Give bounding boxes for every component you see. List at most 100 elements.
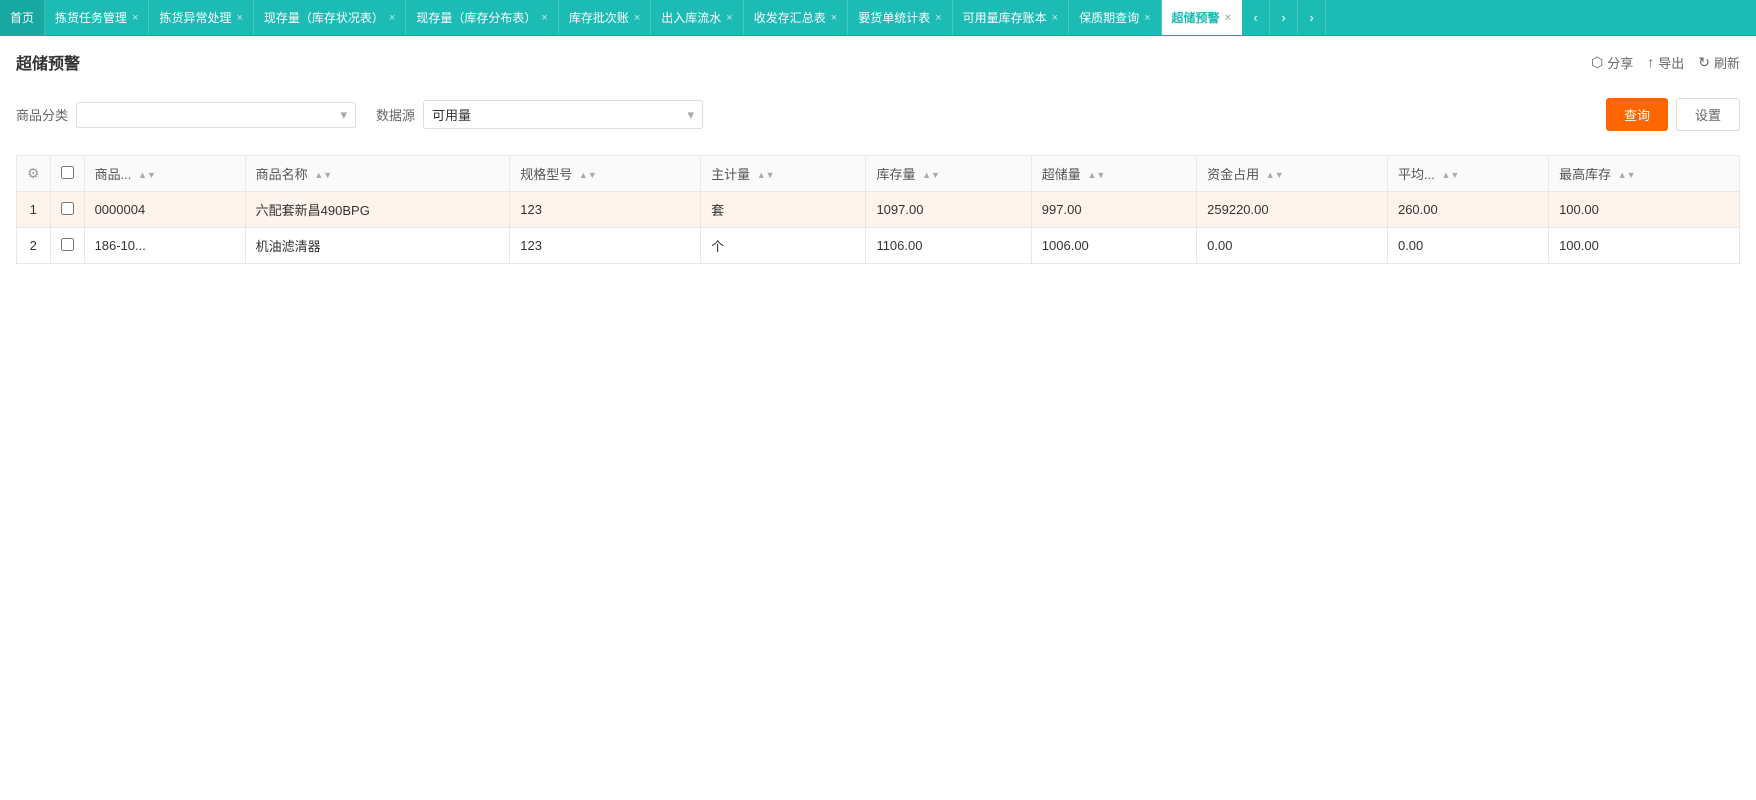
nav-close-3[interactable]: × (389, 12, 395, 24)
th-unit[interactable]: 主计量 ▲▼ (701, 156, 866, 192)
row-stock-1: 1106.00 (866, 228, 1031, 264)
row-overstock-0: 997.00 (1031, 192, 1196, 228)
filter-datasource-group: 数据源 可用量 ▾ (376, 100, 703, 129)
row-checkbox-0[interactable] (61, 202, 74, 215)
row-stock-0: 1097.00 (866, 192, 1031, 228)
row-checkbox-1[interactable] (61, 238, 74, 251)
sort-icon-max: ▲▼ (1618, 171, 1636, 180)
nav-item-10[interactable]: 保质期查询 × (1069, 0, 1161, 36)
sort-icon-spec: ▲▼ (579, 171, 597, 180)
th-product-name[interactable]: 商品名称 ▲▼ (245, 156, 510, 192)
sort-icon-stock: ▲▼ (922, 171, 940, 180)
category-select[interactable]: ▾ (76, 102, 356, 128)
nav-item-4[interactable]: 现存量（库存分布表） × (406, 0, 558, 36)
th-avg[interactable]: 平均... ▲▼ (1387, 156, 1548, 192)
th-unit-label: 主计量 (711, 167, 750, 182)
refresh-button[interactable]: ↻ 刷新 (1698, 53, 1740, 72)
nav-close-8[interactable]: × (935, 12, 941, 24)
table-row: 2 186-10... 机油滤清器 123 个 1106.00 1006.00 … (17, 228, 1740, 264)
nav-item-9[interactable]: 可用量库存账本 × (953, 0, 1069, 36)
nav-label-7: 收发存汇总表 (754, 9, 826, 26)
category-dropdown-icon: ▾ (340, 107, 347, 123)
data-table: ⚙ 商品... ▲▼ 商品名称 ▲▼ 规格型号 ▲▼ 主计 (16, 155, 1740, 264)
nav-item-5[interactable]: 库存批次账 × (559, 0, 651, 36)
nav-label-active: 超储预警 (1172, 9, 1220, 26)
row-max-stock-1: 100.00 (1549, 228, 1740, 264)
row-checkbox-cell-0[interactable] (50, 192, 84, 228)
settings-button[interactable]: 设置 (1676, 98, 1740, 131)
nav-item-2[interactable]: 拣货异常处理 × (149, 0, 253, 36)
th-stock-label: 库存量 (876, 167, 915, 182)
sort-icon-avg: ▲▼ (1441, 171, 1459, 180)
nav-item-active[interactable]: 超储预警 × (1162, 0, 1242, 36)
th-capital-used[interactable]: 资金占用 ▲▼ (1197, 156, 1388, 192)
nav-next-arrow[interactable]: › (1270, 0, 1298, 36)
th-max-stock[interactable]: 最高库存 ▲▼ (1549, 156, 1740, 192)
nav-close-9[interactable]: × (1052, 12, 1058, 24)
row-avg-1: 0.00 (1387, 228, 1548, 264)
datasource-select[interactable]: 可用量 ▾ (423, 100, 703, 129)
share-icon: ⬡ (1591, 54, 1603, 71)
row-checkbox-cell-1[interactable] (50, 228, 84, 264)
nav-close-active[interactable]: × (1225, 12, 1231, 24)
nav-close-5[interactable]: × (634, 12, 640, 24)
page-title: 超储预警 (16, 50, 80, 74)
th-capital-used-label: 资金占用 (1207, 167, 1259, 182)
refresh-icon: ↻ (1698, 54, 1710, 71)
query-button[interactable]: 查询 (1606, 98, 1668, 131)
export-label: 导出 (1658, 53, 1684, 72)
page-header: 超储预警 ⬡ 分享 ↑ 导出 ↻ 刷新 (16, 50, 1740, 74)
refresh-label: 刷新 (1714, 53, 1740, 72)
table-header-row: ⚙ 商品... ▲▼ 商品名称 ▲▼ 规格型号 ▲▼ 主计 (17, 156, 1740, 192)
row-unit-1: 个 (701, 228, 866, 264)
nav-close-10[interactable]: × (1144, 12, 1150, 24)
th-spec[interactable]: 规格型号 ▲▼ (510, 156, 701, 192)
filter-row: 商品分类 ▾ 数据源 可用量 ▾ 查询 设置 (16, 88, 1740, 141)
nav-label-9: 可用量库存账本 (963, 9, 1047, 26)
header-actions: ⬡ 分享 ↑ 导出 ↻ 刷新 (1591, 53, 1740, 72)
page-content: 超储预警 ⬡ 分享 ↑ 导出 ↻ 刷新 商品分类 ▾ 数据源 (0, 36, 1756, 800)
nav-close-2[interactable]: × (236, 12, 242, 24)
share-button[interactable]: ⬡ 分享 (1591, 53, 1633, 72)
nav-label-10: 保质期查询 (1079, 9, 1139, 26)
nav-close-1[interactable]: × (132, 12, 138, 24)
sort-icon-capital: ▲▼ (1266, 171, 1284, 180)
select-all-checkbox[interactable] (61, 166, 74, 179)
th-spec-label: 规格型号 (520, 167, 572, 182)
th-product-name-label: 商品名称 (256, 167, 308, 182)
row-unit-0: 套 (701, 192, 866, 228)
settings-gear-icon[interactable]: ⚙ (27, 165, 40, 181)
nav-item-1[interactable]: 拣货任务管理 × (45, 0, 149, 36)
datasource-label: 数据源 (376, 105, 415, 124)
row-num-0: 1 (17, 192, 51, 228)
row-capital-1: 0.00 (1197, 228, 1388, 264)
nav-item-home[interactable]: 首页 (0, 0, 45, 36)
nav-label-2: 拣货异常处理 (159, 9, 231, 26)
row-product-code-0: 0000004 (84, 192, 245, 228)
th-stock[interactable]: 库存量 ▲▼ (866, 156, 1031, 192)
th-avg-label: 平均... (1398, 167, 1435, 182)
nav-label-5: 库存批次账 (569, 9, 629, 26)
row-max-stock-0: 100.00 (1549, 192, 1740, 228)
filter-actions: 查询 设置 (1606, 98, 1740, 131)
row-product-code-1: 186-10... (84, 228, 245, 264)
nav-close-6[interactable]: × (726, 12, 732, 24)
export-button[interactable]: ↑ 导出 (1647, 53, 1684, 72)
th-overstock[interactable]: 超储量 ▲▼ (1031, 156, 1196, 192)
nav-close-7[interactable]: × (831, 12, 837, 24)
nav-more-arrow[interactable]: › (1298, 0, 1326, 36)
nav-item-3[interactable]: 现存量（库存状况表） × (254, 0, 406, 36)
sort-icon-product-code: ▲▼ (138, 171, 156, 180)
nav-close-4[interactable]: × (541, 12, 547, 24)
nav-item-7[interactable]: 收发存汇总表 × (744, 0, 848, 36)
th-settings[interactable]: ⚙ (17, 156, 51, 192)
th-product-code[interactable]: 商品... ▲▼ (84, 156, 245, 192)
th-checkbox[interactable] (50, 156, 84, 192)
nav-item-8[interactable]: 要货单统计表 × (848, 0, 952, 36)
row-avg-0: 260.00 (1387, 192, 1548, 228)
th-max-stock-label: 最高库存 (1559, 167, 1611, 182)
nav-item-6[interactable]: 出入库流水 × (651, 0, 743, 36)
nav-label-1: 拣货任务管理 (55, 9, 127, 26)
nav-prev-arrow[interactable]: ‹ (1242, 0, 1270, 36)
nav-label-3: 现存量（库存状况表） (264, 9, 384, 26)
